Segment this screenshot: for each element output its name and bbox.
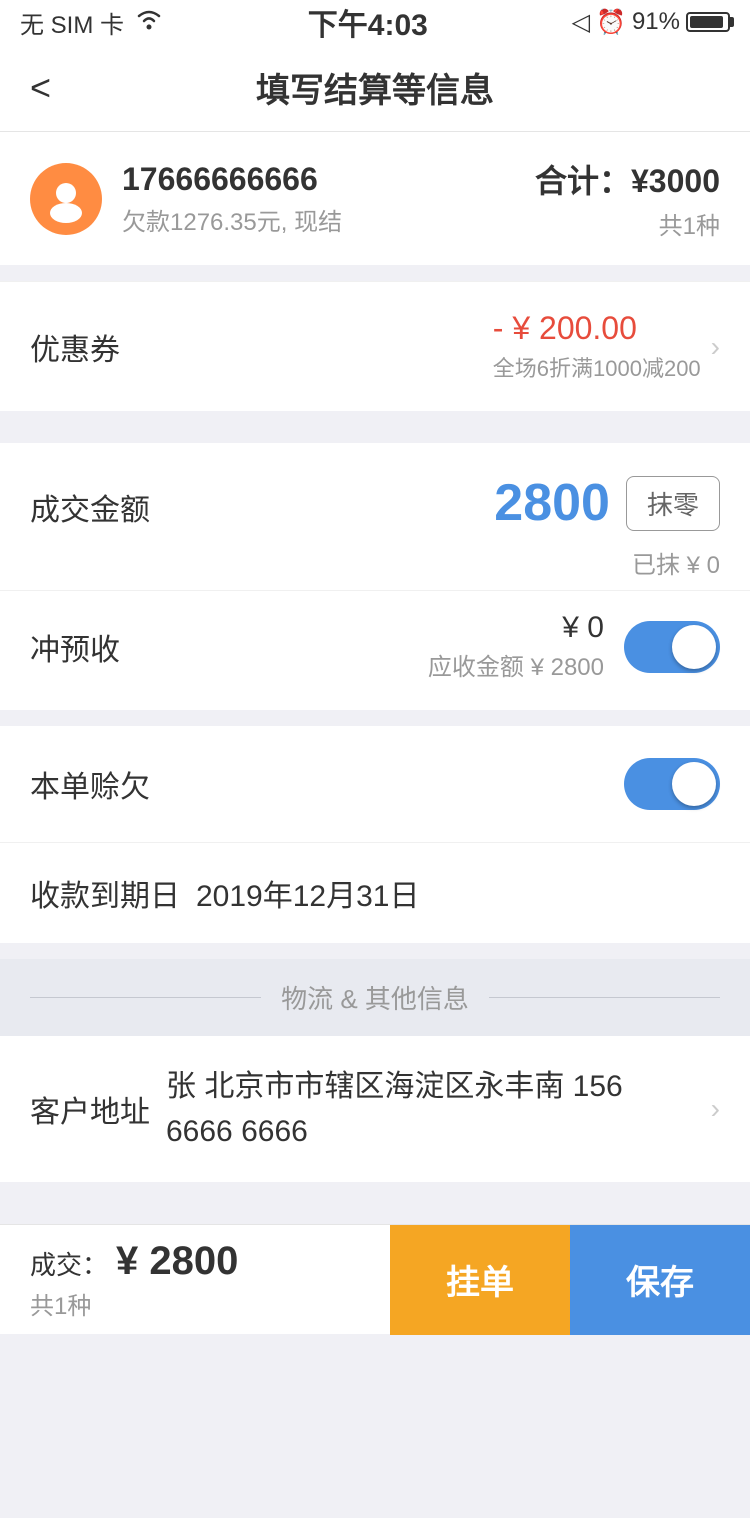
nav-title: 填写结算等信息 bbox=[256, 63, 494, 112]
bottom-deal-amount: ¥ 2800 bbox=[116, 1239, 238, 1284]
sim-status: 无 SIM 卡 bbox=[20, 5, 124, 40]
chong-amount-block: ¥ 0 应收金额 ¥ 2800 bbox=[428, 611, 604, 682]
due-date-label: 收款到期日 bbox=[30, 871, 180, 915]
avatar bbox=[30, 163, 102, 235]
youqian-toggle[interactable] bbox=[624, 758, 720, 810]
bottom-count: 共1种 bbox=[30, 1286, 360, 1321]
bottom-deal-prefix: 成交： bbox=[30, 1245, 108, 1282]
due-date-value: 2019年12月31日 bbox=[196, 871, 419, 915]
due-date-row: 收款到期日 2019年12月31日 bbox=[0, 842, 750, 943]
clock-icon: ⏰ bbox=[596, 8, 626, 37]
coupon-right: - ¥ 200.00 全场6折满1000减200 › bbox=[493, 310, 720, 383]
deal-amount-row: 成交金额 2800 抹零 已抹 ¥ 0 bbox=[0, 443, 750, 591]
coupon-label: 优惠券 bbox=[30, 325, 120, 369]
status-right: ◁ ⏰ 91% bbox=[572, 8, 730, 37]
youqian-toggle-knob bbox=[672, 762, 716, 806]
location-icon: ◁ bbox=[572, 8, 590, 37]
bottom-deal-line: 成交： ¥ 2800 bbox=[30, 1239, 360, 1284]
wifi-icon bbox=[134, 8, 164, 37]
save-button[interactable]: 保存 bbox=[570, 1225, 750, 1335]
youqian-section: 本单赊欠 收款到期日 2019年12月31日 bbox=[0, 726, 750, 943]
divider-line-right bbox=[489, 997, 720, 998]
chong-sub: 应收金额 ¥ 2800 bbox=[428, 647, 604, 682]
logistics-divider: 物流 & 其他信息 bbox=[0, 959, 750, 1036]
chong-label: 冲预收 bbox=[30, 625, 120, 669]
chong-toggle-knob bbox=[672, 625, 716, 669]
chong-amount: ¥ 0 bbox=[428, 611, 604, 645]
customer-details: 17666666666 欠款1276.35元, 现结 bbox=[122, 161, 342, 237]
address-row[interactable]: 客户地址 张 北京市市辖区海淀区永丰南 156 6666 6666 › bbox=[0, 1036, 750, 1182]
chong-toggle[interactable] bbox=[624, 621, 720, 673]
deal-amount-right: 2800 抹零 已抹 ¥ 0 bbox=[494, 473, 720, 580]
coupon-amount-block: - ¥ 200.00 全场6折满1000减200 bbox=[493, 310, 701, 383]
status-time: 下午4:03 bbox=[308, 0, 428, 44]
customer-right: 合计：¥3000 共1种 bbox=[535, 156, 720, 241]
round-button[interactable]: 抹零 bbox=[626, 476, 720, 531]
divider-text: 物流 & 其他信息 bbox=[281, 979, 469, 1016]
coupon-desc: 全场6折满1000减200 bbox=[493, 351, 701, 383]
divider-line-left bbox=[30, 997, 261, 998]
gray-separator-2 bbox=[0, 710, 750, 726]
total-amount: 合计：¥3000 bbox=[535, 156, 720, 202]
nav-bar: < 填写结算等信息 bbox=[0, 44, 750, 132]
form-section: 成交金额 2800 抹零 已抹 ¥ 0 冲预收 ¥ 0 应收金额 ¥ 2800 bbox=[0, 443, 750, 710]
bottom-info: 成交： ¥ 2800 共1种 bbox=[0, 1239, 390, 1321]
address-value: 张 北京市市辖区海淀区永丰南 156 6666 6666 bbox=[166, 1064, 695, 1154]
deal-amount-value: 2800 bbox=[494, 473, 610, 533]
coupon-amount: - ¥ 200.00 bbox=[493, 310, 701, 347]
battery-icon bbox=[686, 12, 730, 32]
customer-phone: 17666666666 bbox=[122, 161, 342, 198]
status-bar: 无 SIM 卡 下午4:03 ◁ ⏰ 91% bbox=[0, 0, 750, 44]
battery-percent: 91% bbox=[632, 8, 680, 36]
chong-right: ¥ 0 应收金额 ¥ 2800 bbox=[428, 611, 720, 682]
back-button[interactable]: < bbox=[30, 67, 51, 109]
customer-sub: 欠款1276.35元, 现结 bbox=[122, 202, 342, 237]
customer-info: 17666666666 欠款1276.35元, 现结 合计：¥3000 共1种 bbox=[0, 132, 750, 265]
hold-button[interactable]: 挂单 bbox=[390, 1225, 570, 1335]
deal-amount-label: 成交金额 bbox=[30, 473, 150, 529]
youqian-label: 本单赊欠 bbox=[30, 762, 150, 806]
coupon-row[interactable]: 优惠券 - ¥ 200.00 全场6折满1000减200 › bbox=[0, 281, 750, 411]
address-chevron-icon: › bbox=[711, 1093, 720, 1125]
status-left: 无 SIM 卡 bbox=[20, 5, 164, 40]
chong-row: 冲预收 ¥ 0 应收金额 ¥ 2800 bbox=[0, 591, 750, 710]
coupon-chevron-icon: › bbox=[711, 331, 720, 363]
address-label: 客户地址 bbox=[30, 1087, 150, 1131]
deal-amount-sub: 已抹 ¥ 0 bbox=[632, 545, 720, 580]
youqian-row: 本单赊欠 bbox=[0, 726, 750, 842]
total-count: 共1种 bbox=[535, 206, 720, 241]
gray-separator-1 bbox=[0, 427, 750, 443]
bottom-bar: 成交： ¥ 2800 共1种 挂单 保存 bbox=[0, 1224, 750, 1334]
customer-left: 17666666666 欠款1276.35元, 现结 bbox=[30, 161, 342, 237]
